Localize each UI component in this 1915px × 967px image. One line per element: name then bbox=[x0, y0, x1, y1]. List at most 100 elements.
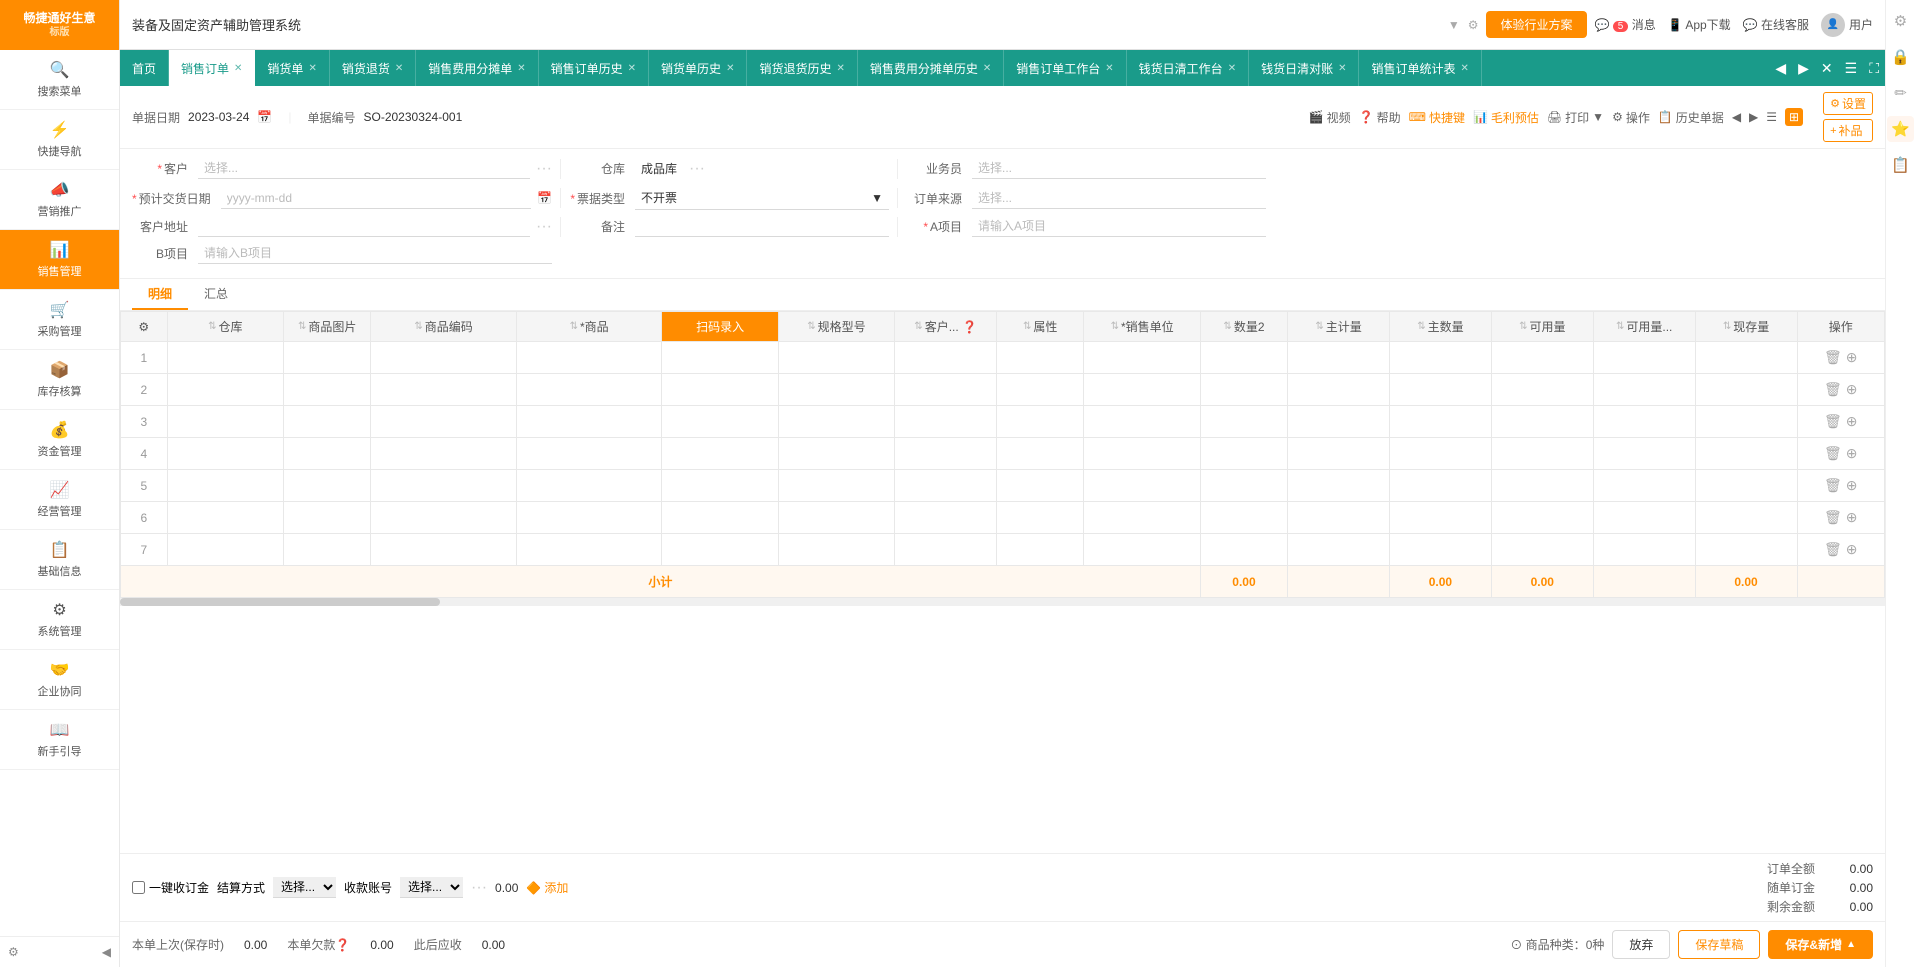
view-toggle-grid[interactable]: ⊞ bbox=[1785, 108, 1803, 126]
cell-spec-5[interactable] bbox=[778, 502, 894, 534]
customer-addr-input[interactable] bbox=[198, 216, 530, 237]
cell-avail2-0[interactable] bbox=[1593, 342, 1695, 374]
customer-input[interactable] bbox=[198, 158, 530, 179]
customer-dots[interactable]: ··· bbox=[536, 160, 552, 178]
gear-col-icon[interactable]: ⚙ bbox=[138, 320, 149, 334]
scrollbar-thumb[interactable] bbox=[120, 598, 440, 606]
cell-customer-5[interactable] bbox=[895, 502, 997, 534]
staff-input[interactable] bbox=[972, 158, 1266, 179]
cell-product-2[interactable] bbox=[516, 406, 662, 438]
order-source-input[interactable] bbox=[972, 188, 1266, 209]
nav-tab-11[interactable]: 钱货日清对账✕ bbox=[1249, 50, 1359, 86]
cell-scan-3[interactable] bbox=[662, 438, 778, 470]
scrollbar-track[interactable] bbox=[120, 598, 1885, 606]
nav-expand-icon[interactable]: ⛶ bbox=[1863, 60, 1885, 77]
cell-customer-0[interactable] bbox=[895, 342, 997, 374]
addr-dots[interactable]: ··· bbox=[536, 218, 552, 236]
cell-unit-1[interactable] bbox=[1084, 374, 1200, 406]
sidebar-collapse-icon[interactable]: ◀ bbox=[102, 945, 111, 959]
cell-img-6[interactable] bbox=[283, 534, 370, 566]
cell-avail2-1[interactable] bbox=[1593, 374, 1695, 406]
cell-code-3[interactable] bbox=[371, 438, 517, 470]
nav-tab-close-5[interactable]: ✕ bbox=[628, 63, 636, 74]
nav-menu-icon[interactable]: ☰ bbox=[1839, 60, 1864, 77]
sidebar-item-9[interactable]: ⚙系统管理 bbox=[0, 590, 119, 650]
row-copy-4[interactable]: ⊕ bbox=[1846, 477, 1858, 494]
cell-product-4[interactable] bbox=[516, 470, 662, 502]
cell-img-3[interactable] bbox=[283, 438, 370, 470]
cell-avail2-4[interactable] bbox=[1593, 470, 1695, 502]
nav-tab-10[interactable]: 钱货日清工作台✕ bbox=[1127, 50, 1249, 86]
cell-scan-4[interactable] bbox=[662, 470, 778, 502]
cell-code-1[interactable] bbox=[371, 374, 517, 406]
cell-main-qty-2[interactable] bbox=[1390, 406, 1492, 438]
sidebar-gear-icon[interactable]: ⚙ bbox=[8, 945, 19, 959]
nav-tab-4[interactable]: 销售费用分摊单✕ bbox=[416, 50, 538, 86]
cell-customer-2[interactable] bbox=[895, 406, 997, 438]
cell-scan-0[interactable] bbox=[662, 342, 778, 374]
operation-btn[interactable]: ⚙ 操作 bbox=[1612, 109, 1650, 126]
nav-tab-7[interactable]: 销货退货历史✕ bbox=[747, 50, 857, 86]
cell-stock-6[interactable] bbox=[1695, 534, 1797, 566]
cell-spec-2[interactable] bbox=[778, 406, 894, 438]
row-delete-1[interactable]: 🗑 bbox=[1824, 381, 1842, 398]
cell-main-unit-0[interactable] bbox=[1288, 342, 1390, 374]
delivery-date-input[interactable] bbox=[221, 188, 531, 209]
sidebar-item-3[interactable]: 📊销售管理 bbox=[0, 230, 119, 290]
sidebar-item-7[interactable]: 📈经营管理 bbox=[0, 470, 119, 530]
cell-product-5[interactable] bbox=[516, 502, 662, 534]
cell-attr-6[interactable] bbox=[997, 534, 1084, 566]
cell-attr-0[interactable] bbox=[997, 342, 1084, 374]
cell-product-0[interactable] bbox=[516, 342, 662, 374]
add-payment-btn[interactable]: 🔶 添加 bbox=[526, 879, 568, 896]
online-service-link[interactable]: 💬 在线客服 bbox=[1743, 16, 1809, 33]
cell-spec-6[interactable] bbox=[778, 534, 894, 566]
row-delete-6[interactable]: 🗑 bbox=[1824, 541, 1842, 558]
settings-gear-btn[interactable]: ⚙ 设置 bbox=[1823, 92, 1873, 115]
cell-avail-2[interactable] bbox=[1491, 406, 1593, 438]
cell-stock-4[interactable] bbox=[1695, 470, 1797, 502]
cell-warehouse-5[interactable] bbox=[167, 502, 283, 534]
cell-customer-6[interactable] bbox=[895, 534, 997, 566]
save-caret[interactable]: ▲ bbox=[1846, 939, 1856, 950]
row-copy-6[interactable]: ⊕ bbox=[1846, 541, 1858, 558]
cell-code-5[interactable] bbox=[371, 502, 517, 534]
view-toggle-list[interactable]: ☰ bbox=[1766, 110, 1777, 124]
nav-close-icon[interactable]: ✕ bbox=[1815, 60, 1839, 77]
row-copy-3[interactable]: ⊕ bbox=[1846, 445, 1858, 462]
view-btn[interactable]: 🎬 视频 bbox=[1309, 109, 1351, 126]
account-dots[interactable]: ··· bbox=[471, 879, 487, 897]
cell-attr-1[interactable] bbox=[997, 374, 1084, 406]
cell-scan-5[interactable] bbox=[662, 502, 778, 534]
row-delete-3[interactable]: 🗑 bbox=[1824, 445, 1842, 462]
sidebar-item-5[interactable]: 📦库存核算 bbox=[0, 350, 119, 410]
cell-main-qty-0[interactable] bbox=[1390, 342, 1492, 374]
cell-main-qty-1[interactable] bbox=[1390, 374, 1492, 406]
cell-avail2-5[interactable] bbox=[1593, 502, 1695, 534]
delivery-date-icon[interactable]: 📅 bbox=[537, 191, 552, 205]
nav-tab-close-1[interactable]: ✕ bbox=[234, 63, 242, 74]
profit-btn[interactable]: 📊 毛利预估 bbox=[1473, 109, 1539, 126]
nav-prev-record[interactable]: ◀ bbox=[1732, 110, 1741, 124]
cell-scan-6[interactable] bbox=[662, 534, 778, 566]
cell-code-6[interactable] bbox=[371, 534, 517, 566]
discard-btn[interactable]: 放弃 bbox=[1612, 930, 1670, 959]
warehouse-dots[interactable]: ··· bbox=[689, 160, 705, 178]
sidebar-item-11[interactable]: 📖新手引导 bbox=[0, 710, 119, 770]
a-project-input[interactable] bbox=[972, 216, 1266, 237]
cell-attr-5[interactable] bbox=[997, 502, 1084, 534]
cell-qty2-6[interactable] bbox=[1200, 534, 1287, 566]
sidebar-item-4[interactable]: 🛒采购管理 bbox=[0, 290, 119, 350]
nav-tab-close-9[interactable]: ✕ bbox=[1105, 63, 1113, 74]
remark-input[interactable] bbox=[635, 216, 889, 237]
cell-avail2-2[interactable] bbox=[1593, 406, 1695, 438]
cell-qty2-1[interactable] bbox=[1200, 374, 1287, 406]
cell-avail-4[interactable] bbox=[1491, 470, 1593, 502]
nav-tab-8[interactable]: 销售费用分摊单历史✕ bbox=[858, 50, 1004, 86]
cell-unit-3[interactable] bbox=[1084, 438, 1200, 470]
cell-main-unit-3[interactable] bbox=[1288, 438, 1390, 470]
add-product-btn[interactable]: + 补品 bbox=[1823, 119, 1873, 142]
cell-avail2-6[interactable] bbox=[1593, 534, 1695, 566]
cell-spec-3[interactable] bbox=[778, 438, 894, 470]
cell-spec-0[interactable] bbox=[778, 342, 894, 374]
